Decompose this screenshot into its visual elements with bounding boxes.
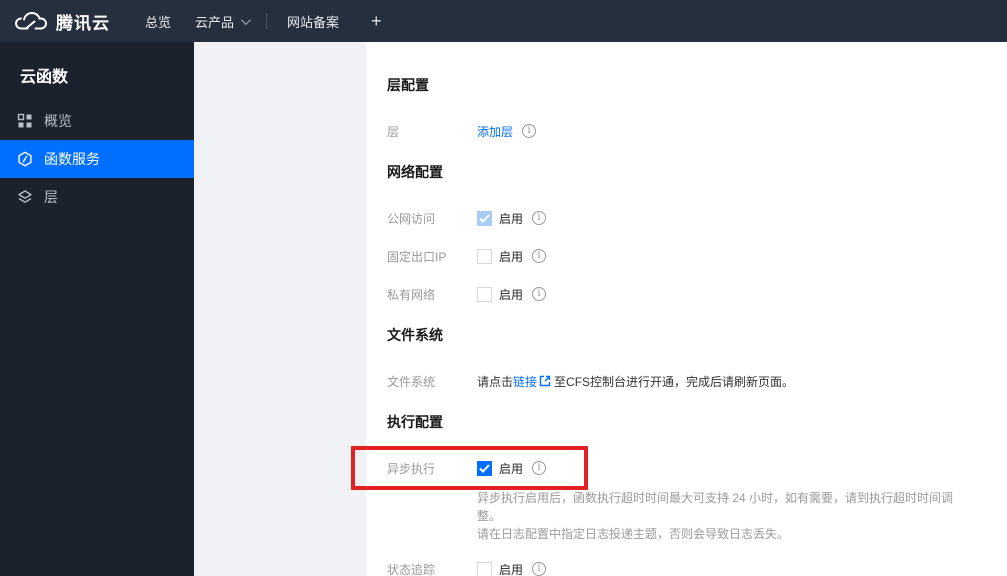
nav-divider (266, 13, 268, 29)
add-tab-button[interactable]: + (371, 0, 382, 42)
cfs-link[interactable]: 链接 (513, 373, 537, 390)
form-row-layer: 层 添加层 (387, 112, 1007, 150)
fs-text-after: 至CFS控制台进行开通，完成后请刷新页面。 (554, 374, 795, 389)
form-row-vpc: 私有网络 启用 (387, 275, 1007, 313)
section-title-execution-config: 执行配置 (387, 414, 443, 430)
description-line: 异步执行启用后，函数执行超时时间最大可支持 24 小时，如有需要，请到执行超时时… (477, 491, 954, 523)
section-title-network-config: 网络配置 (387, 164, 443, 180)
chevron-down-icon (240, 14, 251, 25)
field-label-layer: 层 (387, 124, 400, 139)
sidebar-item-label: 概览 (44, 113, 72, 129)
grid-overview-icon (17, 113, 33, 129)
nav-item-overview[interactable]: 总览 (145, 0, 171, 42)
sidebar-item-overview[interactable]: 概览 (0, 102, 194, 140)
field-label-async-execution: 异步执行 (387, 461, 436, 476)
sidebar-item-label: 函数服务 (44, 151, 100, 167)
enable-label: 启用 (499, 287, 524, 302)
enable-label: 启用 (499, 461, 524, 476)
tencent-cloud-logo[interactable]: 腾讯云 (14, 9, 110, 34)
public-network-checkbox (477, 210, 492, 226)
add-layer-link[interactable]: 添加层 (477, 123, 513, 140)
form-row-status-tracking: 状态追踪 启用 (387, 550, 1007, 576)
enable-label: 启用 (499, 211, 524, 226)
form-row-file-system: 文件系统 请点击 链接 至CFS控制台进行开通，完成后请刷新页面。 (387, 362, 1007, 400)
sidebar-item-label: 层 (44, 189, 58, 205)
status-tracking-checkbox[interactable] (477, 561, 492, 576)
description-line: 请在日志配置中指定日志投递主题，否则会导致日志丢失。 (477, 527, 790, 541)
cloud-logo-icon (15, 12, 47, 30)
section-title-file-system: 文件系统 (387, 327, 443, 343)
field-label-vpc: 私有网络 (387, 287, 436, 302)
async-execution-description: 异步执行启用后，函数执行超时时间最大可支持 24 小时，如有需要，请到执行超时时… (477, 489, 957, 543)
vpc-checkbox[interactable] (477, 286, 492, 302)
sidebar-menu: 概览 函数服务 层 (0, 102, 194, 216)
nav-item-label: 云产品 (195, 14, 235, 30)
enable-label: 启用 (499, 562, 524, 576)
external-link-icon (539, 375, 551, 387)
fs-text-before: 请点击 (477, 374, 514, 389)
info-icon[interactable] (532, 461, 547, 475)
brand-name[interactable]: 腾讯云 (56, 9, 110, 34)
layers-icon (17, 189, 33, 205)
form-row-async-execution: 异步执行 启用 (351, 446, 1007, 490)
function-config-panel: 层配置 层 添加层 网络配置 公网访问 启用 固定出口IP 启用 私有网络 启用 (351, 42, 1007, 576)
field-label-fixed-ip: 固定出口IP (387, 249, 447, 264)
secondary-panel (194, 42, 366, 576)
info-icon[interactable] (532, 249, 547, 263)
section-title-layer-config: 层配置 (387, 77, 429, 93)
form-row-public-network: 公网访问 启用 (387, 199, 1007, 237)
async-execution-checkbox[interactable] (477, 460, 492, 476)
field-label-file-system: 文件系统 (387, 374, 436, 389)
form-row-fixed-ip: 固定出口IP 启用 (387, 237, 1007, 275)
nav-item-cloud-products[interactable]: 云产品 (195, 0, 251, 42)
fixed-ip-checkbox[interactable] (477, 248, 492, 264)
top-nav: 总览 云产品 网站备案 + (110, 0, 382, 42)
sidebar-title: 云函数 (20, 69, 69, 86)
sidebar-item-layers[interactable]: 层 (0, 178, 194, 216)
top-navigation-bar: 腾讯云 总览 云产品 网站备案 + (0, 0, 1007, 42)
info-icon[interactable] (522, 124, 537, 138)
info-icon[interactable] (532, 211, 547, 225)
field-label-status-tracking: 状态追踪 (387, 562, 436, 576)
sidebar-item-function-service[interactable]: 函数服务 (0, 140, 194, 178)
hexagon-function-icon (17, 151, 33, 167)
info-icon[interactable] (532, 562, 547, 576)
enable-label: 启用 (499, 249, 524, 264)
info-icon[interactable] (532, 287, 547, 301)
nav-item-website-icp[interactable]: 网站备案 (287, 0, 339, 42)
field-label-public-network: 公网访问 (387, 211, 436, 226)
sidebar: 云函数 概览 函数服务 层 (0, 42, 194, 576)
